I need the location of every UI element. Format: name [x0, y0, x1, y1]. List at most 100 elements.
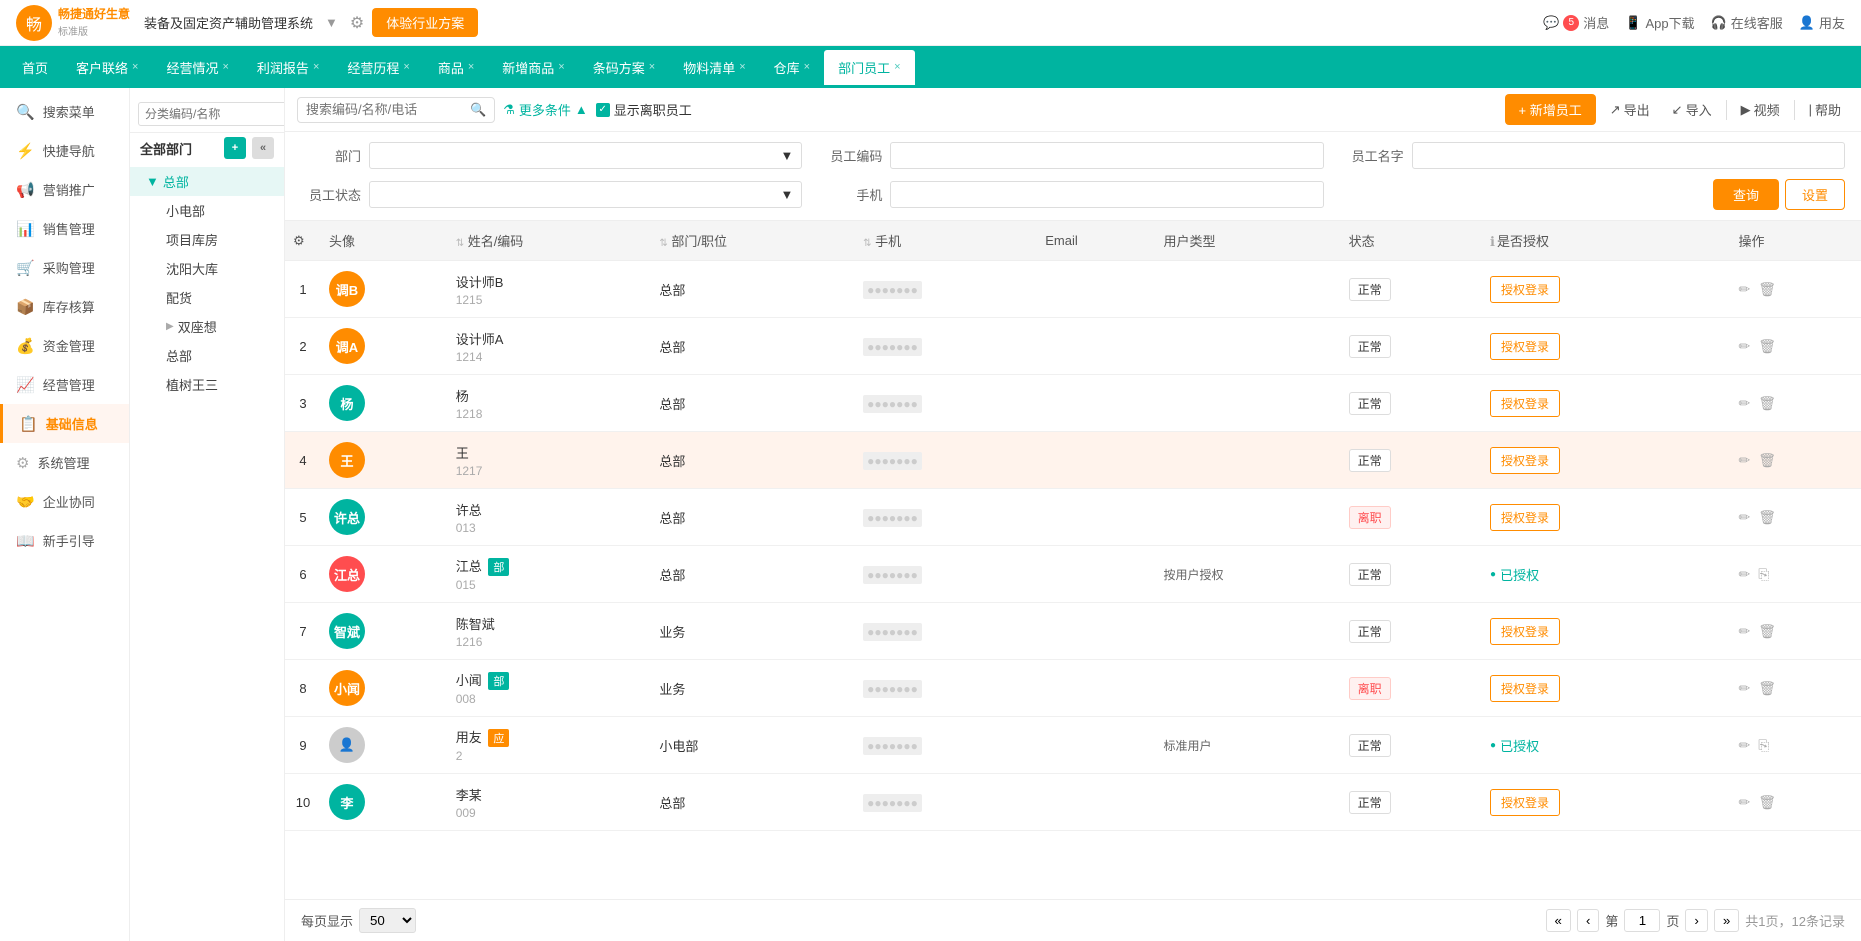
name-6: 江总 部: [456, 556, 644, 576]
dept-search-input[interactable]: [138, 102, 285, 126]
tree-item-small-elec[interactable]: 小电部: [158, 196, 284, 225]
auth-btn-5[interactable]: 授权登录: [1490, 504, 1560, 531]
page-size-select[interactable]: 50 100: [359, 908, 416, 933]
sort-icon-name[interactable]: ⇅: [456, 238, 464, 249]
more-filter-btn[interactable]: ⚗ 更多条件 ▲: [503, 100, 588, 119]
tree-item-hq[interactable]: 总部: [158, 341, 284, 370]
auth-btn-4[interactable]: 授权登录: [1490, 447, 1560, 474]
filter-phone-input[interactable]: [890, 181, 1323, 208]
sidebar-item-system[interactable]: ⚙ 系统管理: [0, 443, 129, 482]
sidebar-item-quicknav[interactable]: ⚡ 快捷导航: [0, 131, 129, 170]
auth-btn-2[interactable]: 授权登录: [1490, 333, 1560, 360]
delete-icon-7[interactable]: 🗑: [1758, 623, 1776, 640]
auth-btn-10[interactable]: 授权登录: [1490, 789, 1560, 816]
export-button[interactable]: ↗ 导出: [1602, 95, 1658, 124]
tree-item-double[interactable]: ▶ 双座想: [158, 312, 284, 341]
sidebar-item-management[interactable]: 📈 经营管理: [0, 365, 129, 404]
search-icon[interactable]: 🔍: [470, 102, 486, 118]
copy-icon-9[interactable]: ⎘: [1758, 737, 1769, 754]
service-item[interactable]: 🎧 在线客服: [1711, 13, 1783, 32]
view-button[interactable]: ▶ 视频: [1733, 95, 1788, 124]
auth-btn-7[interactable]: 授权登录: [1490, 618, 1560, 645]
sidebar-item-purchase[interactable]: 🛒 采购管理: [0, 248, 129, 287]
copy-icon-6[interactable]: ⎘: [1758, 566, 1769, 583]
search-input[interactable]: [306, 102, 466, 117]
tab-history[interactable]: 经营历程 ×: [333, 50, 423, 85]
trial-button[interactable]: 体验行业方案: [372, 8, 478, 37]
first-page-button[interactable]: «: [1546, 909, 1571, 932]
auth-btn-8[interactable]: 授权登录: [1490, 675, 1560, 702]
delete-icon-1[interactable]: 🗑: [1758, 281, 1776, 298]
delete-icon-4[interactable]: 🗑: [1758, 452, 1776, 469]
tree-item-shenyang[interactable]: 沈阳大库: [158, 254, 284, 283]
delete-icon-3[interactable]: 🗑: [1758, 395, 1776, 412]
help-button[interactable]: | 帮助: [1801, 95, 1849, 124]
sidebar-item-collab[interactable]: 🤝 企业协同: [0, 482, 129, 521]
message-item[interactable]: 💬 5 消息: [1543, 13, 1609, 32]
edit-icon-6[interactable]: ✏: [1739, 566, 1751, 583]
tree-item-zhishu[interactable]: 植树王三: [158, 370, 284, 399]
last-page-button[interactable]: »: [1714, 909, 1739, 932]
tree-item-project-room[interactable]: 项目库房: [158, 225, 284, 254]
tab-bom[interactable]: 物料清单 ×: [669, 50, 759, 85]
dept-collapse-icon[interactable]: «: [252, 137, 274, 159]
sidebar-item-sales[interactable]: 📊 销售管理: [0, 209, 129, 248]
edit-icon-9[interactable]: ✏: [1739, 737, 1751, 754]
col-name: ⇅ 姓名/编码: [448, 221, 652, 261]
set-button[interactable]: 设置: [1785, 179, 1845, 210]
page-nav: « ‹ 第 页 › » 共1页，12条记录: [1546, 909, 1845, 932]
tab-barcode[interactable]: 条码方案 ×: [579, 50, 669, 85]
delete-icon-2[interactable]: 🗑: [1758, 338, 1776, 355]
dept-add-icon[interactable]: +: [224, 137, 246, 159]
filter-code-input[interactable]: [890, 142, 1323, 169]
edit-icon-10[interactable]: ✏: [1739, 794, 1751, 811]
edit-icon-4[interactable]: ✏: [1739, 452, 1751, 469]
tab-customer[interactable]: 客户联络 ×: [62, 50, 152, 85]
edit-icon-3[interactable]: ✏: [1739, 395, 1751, 412]
tab-goods[interactable]: 商品 ×: [424, 50, 488, 85]
status-chevron-icon: ▼: [780, 187, 793, 202]
tab-home[interactable]: 首页: [8, 50, 62, 85]
edit-icon-7[interactable]: ✏: [1739, 623, 1751, 640]
sidebar-item-marketing[interactable]: 📢 营销推广: [0, 170, 129, 209]
show-resign-checkbox[interactable]: ✓ 显示离职员工: [596, 100, 692, 119]
tab-dept-staff[interactable]: 部门员工 ×: [824, 50, 914, 85]
user-item[interactable]: 👤 用友: [1799, 13, 1845, 32]
import-button[interactable]: ↙ 导入: [1664, 95, 1720, 124]
filter-dept-select[interactable]: ▼: [369, 142, 802, 169]
sort-icon-phone[interactable]: ⇅: [863, 238, 871, 249]
col-settings[interactable]: ⚙: [285, 221, 321, 261]
edit-icon-2[interactable]: ✏: [1739, 338, 1751, 355]
tree-item-general[interactable]: ▼ 总部: [130, 167, 284, 196]
tab-new-goods[interactable]: 新增商品 ×: [488, 50, 578, 85]
sidebar-item-basic[interactable]: 📋 基础信息: [0, 404, 129, 443]
edit-icon-1[interactable]: ✏: [1739, 281, 1751, 298]
delete-icon-8[interactable]: 🗑: [1758, 680, 1776, 697]
sidebar-item-inventory[interactable]: 📦 库存核算: [0, 287, 129, 326]
sidebar-label-guide: 新手引导: [43, 531, 95, 550]
user-icon: 👤: [1799, 15, 1815, 31]
auth-btn-1[interactable]: 授权登录: [1490, 276, 1560, 303]
filter-status-select[interactable]: ▼: [369, 181, 802, 208]
sidebar-item-search[interactable]: 🔍 搜索菜单: [0, 92, 129, 131]
tab-operation[interactable]: 经营情况 ×: [152, 50, 242, 85]
delete-icon-5[interactable]: 🗑: [1758, 509, 1776, 526]
sort-icon-dept[interactable]: ⇅: [659, 238, 667, 249]
auth-btn-3[interactable]: 授权登录: [1490, 390, 1560, 417]
app-download-item[interactable]: 📱 App下载: [1625, 13, 1694, 32]
settings-icon[interactable]: ⚙: [350, 13, 364, 33]
tab-profit[interactable]: 利润报告 ×: [243, 50, 333, 85]
sidebar-item-guide[interactable]: 📖 新手引导: [0, 521, 129, 560]
sidebar-item-finance[interactable]: 💰 资金管理: [0, 326, 129, 365]
filter-name-input[interactable]: [1412, 142, 1845, 169]
add-staff-button[interactable]: + 新增员工: [1505, 94, 1596, 125]
query-button[interactable]: 查询: [1713, 179, 1779, 210]
delete-icon-10[interactable]: 🗑: [1758, 794, 1776, 811]
tab-warehouse[interactable]: 仓库 ×: [760, 50, 824, 85]
edit-icon-5[interactable]: ✏: [1739, 509, 1751, 526]
prev-page-button[interactable]: ‹: [1577, 909, 1599, 932]
page-number-input[interactable]: [1624, 909, 1660, 932]
edit-icon-8[interactable]: ✏: [1739, 680, 1751, 697]
tree-item-distribution[interactable]: 配货: [158, 283, 284, 312]
next-page-button[interactable]: ›: [1685, 909, 1707, 932]
